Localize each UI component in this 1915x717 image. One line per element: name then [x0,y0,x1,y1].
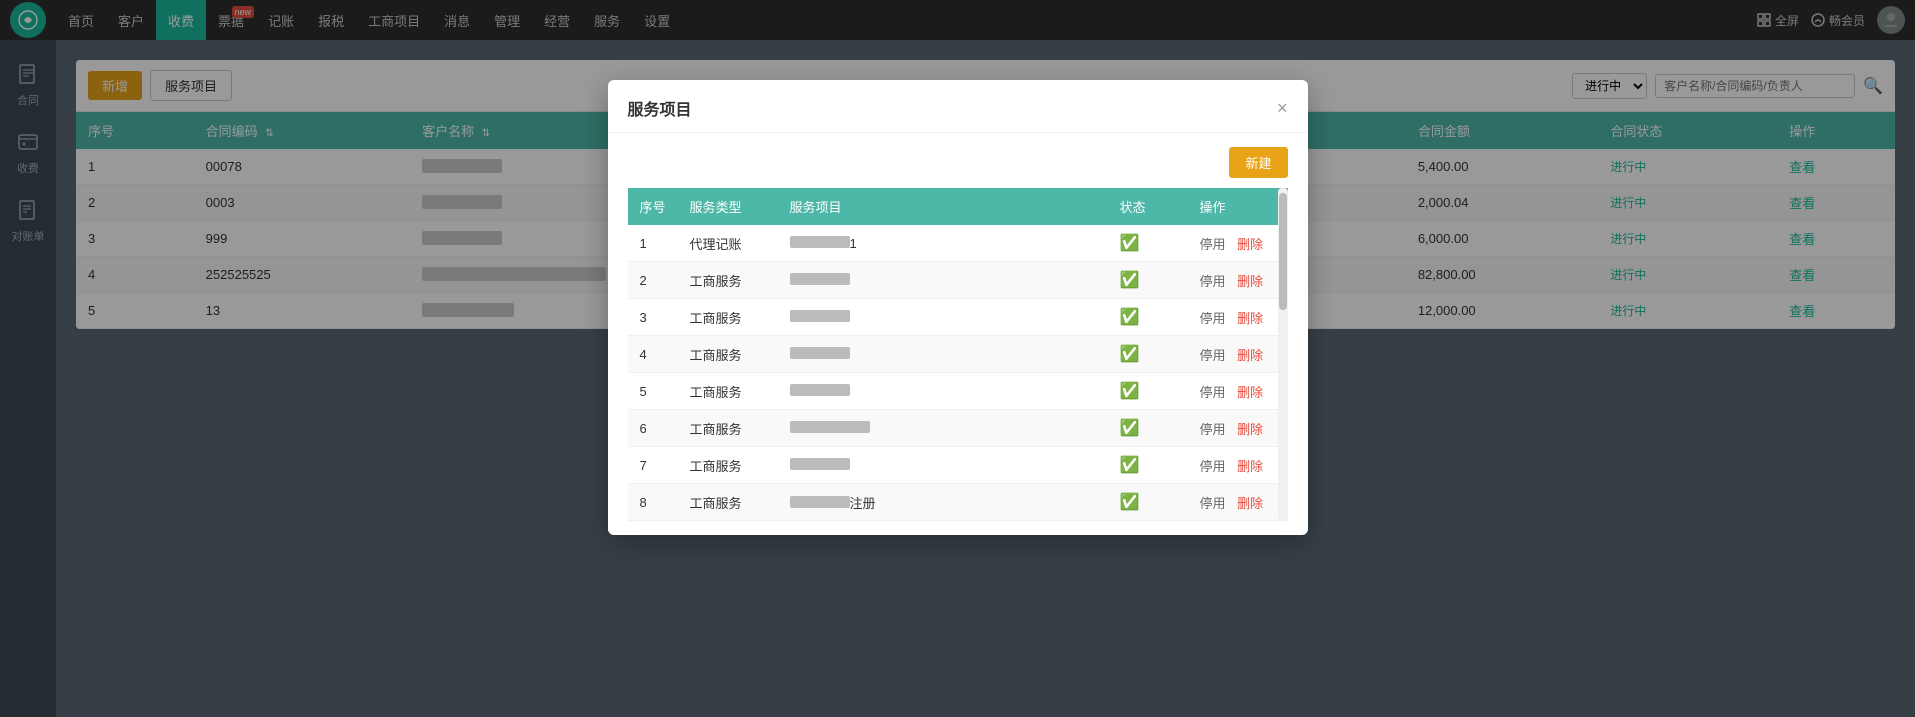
stop-button[interactable]: 停用 [1200,311,1226,326]
modal-table-row: 6 工商服务 ██████ ✅ 停用 删除 [628,410,1288,447]
stop-button[interactable]: 停用 [1200,237,1226,252]
delete-button[interactable]: 删除 [1237,459,1263,474]
modal-cell-item: ████1 [778,225,1108,262]
delete-button[interactable]: 删除 [1237,348,1263,363]
modal-col-item: 服务项目 [778,188,1108,225]
stop-button[interactable]: 停用 [1200,385,1226,400]
modal-table-row: 5 工商服务 ████ ✅ 停用 删除 [628,373,1288,410]
modal-table-wrap[interactable]: 序号 服务类型 服务项目 状态 操作 1 代理记账 ████1 ✅ [628,188,1288,521]
delete-button[interactable]: 删除 [1237,274,1263,289]
modal-cell-seq: 1 [628,225,678,262]
stop-button[interactable]: 停用 [1200,274,1226,289]
delete-button[interactable]: 删除 [1237,422,1263,437]
modal-table-row: 2 工商服务 ████ ✅ 停用 删除 [628,262,1288,299]
modal-table-row: 4 工商服务 ████ ✅ 停用 删除 [628,336,1288,373]
scrollbar-track[interactable] [1278,188,1288,521]
modal-col-action: 操作 [1188,188,1288,225]
service-items-table: 序号 服务类型 服务项目 状态 操作 1 代理记账 ████1 ✅ [628,188,1288,521]
stop-button[interactable]: 停用 [1200,348,1226,363]
modal-col-status: 状态 [1108,188,1188,225]
modal-overlay: 服务项目 × 新建 序号 服务类型 服务项目 状态 操作 [0,0,1915,717]
delete-button[interactable]: 删除 [1237,385,1263,400]
modal-table-row: 1 代理记账 ████1 ✅ 停用 删除 [628,225,1288,262]
stop-button[interactable]: 停用 [1200,459,1226,474]
delete-button[interactable]: 删除 [1237,311,1263,326]
modal-table-row: 7 工商服务 ████ ✅ 停用 删除 [628,447,1288,484]
delete-button[interactable]: 删除 [1237,237,1263,252]
service-items-modal: 服务项目 × 新建 序号 服务类型 服务项目 状态 操作 [608,80,1308,535]
modal-header: 服务项目 × [608,80,1308,133]
modal-close-button[interactable]: × [1277,99,1288,117]
modal-toolbar: 新建 [628,147,1288,178]
modal-cell-status: ✅ [1108,225,1188,262]
modal-col-type: 服务类型 [678,188,778,225]
modal-col-seq: 序号 [628,188,678,225]
modal-cell-type: 代理记账 [678,225,778,262]
stop-button[interactable]: 停用 [1200,422,1226,437]
modal-body: 新建 序号 服务类型 服务项目 状态 操作 [608,133,1308,535]
modal-table-row: 8 工商服务 ████注册 ✅ 停用 删除 [628,484,1288,521]
modal-table-row: 3 工商服务 ████ ✅ 停用 删除 [628,299,1288,336]
modal-new-button[interactable]: 新建 [1229,147,1287,178]
delete-button[interactable]: 删除 [1237,496,1263,511]
scrollbar-thumb [1279,193,1287,310]
stop-button[interactable]: 停用 [1200,496,1226,511]
modal-title: 服务项目 [628,96,692,120]
modal-cell-action[interactable]: 停用 删除 [1188,225,1288,262]
